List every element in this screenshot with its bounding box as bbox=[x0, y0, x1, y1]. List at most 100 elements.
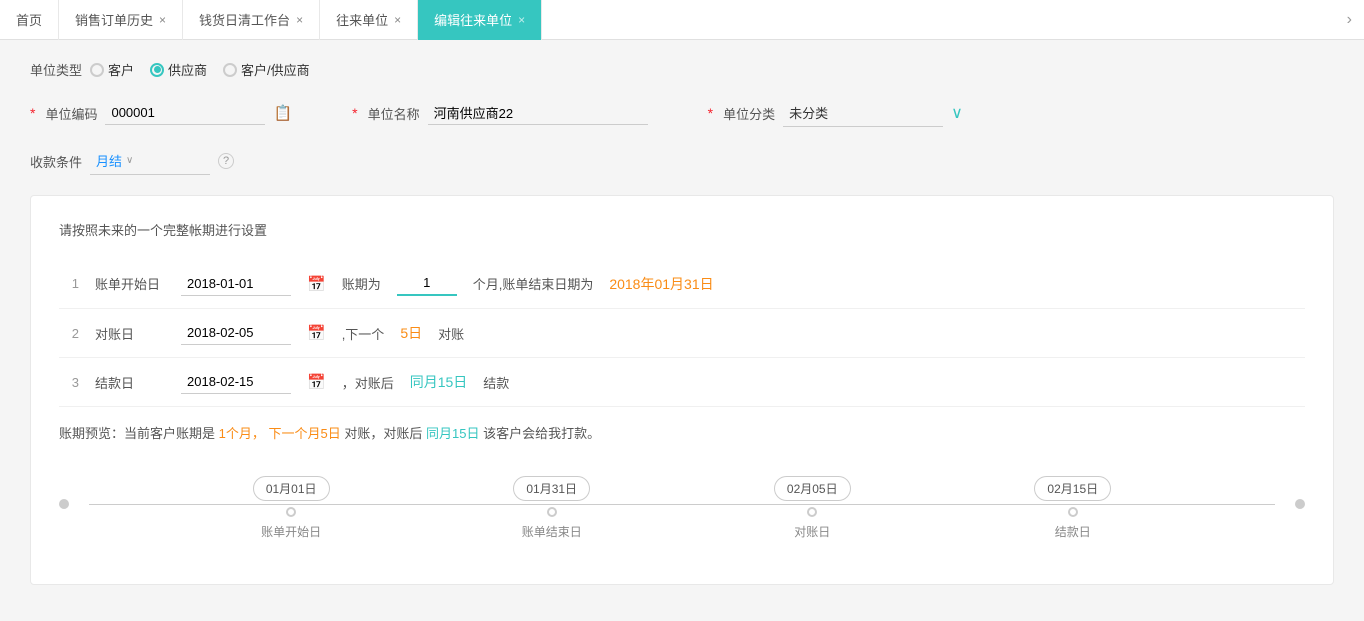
tab-edit-partner-unit[interactable]: 编辑往来单位 × bbox=[418, 0, 542, 40]
timeline-bubble-2: 01月31日 bbox=[513, 476, 590, 501]
preview-part1: 1个月， bbox=[219, 426, 265, 441]
preview-suffix: 该客户会给我打款。 bbox=[483, 426, 600, 441]
preview-part3: 同月15日 bbox=[426, 426, 479, 441]
panel-title: 请按照未来的一个完整帐期进行设置 bbox=[59, 220, 1305, 239]
unit-type-row: 单位类型 客户 供应商 客户/供应商 bbox=[30, 60, 1334, 79]
unit-name-required: * bbox=[352, 105, 357, 121]
radio-supplier[interactable]: 供应商 bbox=[150, 60, 207, 79]
row-label-1: 账单开始日 bbox=[95, 274, 165, 293]
tab-close-cash-goods-workbench[interactable]: × bbox=[296, 13, 303, 27]
unit-type-field: 单位类型 客户 供应商 客户/供应商 bbox=[30, 60, 310, 79]
timeline-bubble-4: 02月15日 bbox=[1034, 476, 1111, 501]
row-label-3: 结款日 bbox=[95, 373, 165, 392]
timeline-point-2: 01月31日 账单结束日 bbox=[513, 476, 590, 540]
radio-customer[interactable]: 客户 bbox=[90, 60, 134, 79]
row-num-2: 2 bbox=[59, 326, 79, 341]
timeline-dot-2 bbox=[547, 507, 557, 517]
bill-start-date-input[interactable] bbox=[181, 272, 291, 296]
payment-terms-value: 月结 bbox=[96, 151, 122, 170]
reconciliation-desc-highlight: 5日 bbox=[400, 323, 422, 343]
unit-category-field: * 单位分类 未分类 ∨ bbox=[708, 99, 963, 127]
preview-part2: 下一个月5日 bbox=[269, 426, 341, 441]
unit-code-input[interactable] bbox=[105, 101, 265, 125]
tab-close-edit-partner-unit[interactable]: × bbox=[518, 13, 525, 27]
unit-code-label: 单位编码 bbox=[45, 104, 97, 123]
unit-category-required: * bbox=[708, 105, 713, 121]
reconciliation-desc-suffix: 对账 bbox=[438, 324, 464, 343]
reconciliation-date-input[interactable] bbox=[181, 321, 291, 345]
unit-code-field: * 单位编码 📋 bbox=[30, 101, 292, 125]
payment-desc-prefix: ，对账后 bbox=[342, 373, 394, 392]
timeline-point-0 bbox=[59, 476, 69, 509]
timeline-point-1: 01月01日 账单开始日 bbox=[253, 476, 330, 540]
setting-row-2: 2 对账日 📅 ,下一个 5日 对账 bbox=[59, 309, 1305, 358]
radio-customer-circle bbox=[90, 63, 104, 77]
payment-terms-arrow: ∨ bbox=[126, 155, 133, 166]
timeline-end-dot bbox=[1295, 499, 1305, 509]
timeline-dot-4 bbox=[1068, 507, 1078, 517]
tab-cash-goods-workbench[interactable]: 钱货日清工作台 × bbox=[183, 0, 320, 40]
payment-terms-label: 收款条件 bbox=[30, 152, 82, 171]
radio-customer-supplier[interactable]: 客户/供应商 bbox=[223, 60, 310, 79]
payment-terms-select[interactable]: 月结 ∨ bbox=[90, 147, 210, 175]
reconciliation-desc-prefix: ,下一个 bbox=[342, 324, 385, 343]
tab-more-button[interactable]: › bbox=[1335, 11, 1364, 29]
bill-start-date-cal-icon[interactable]: 📅 bbox=[307, 275, 326, 293]
unit-name-field: * 单位名称 bbox=[352, 101, 647, 125]
help-icon[interactable]: ? bbox=[218, 153, 234, 169]
tab-partner-units[interactable]: 往来单位 × bbox=[320, 0, 418, 40]
unit-name-label: 单位名称 bbox=[368, 104, 420, 123]
tab-close-sales-order-history[interactable]: × bbox=[159, 13, 166, 27]
unit-category-label: 单位分类 bbox=[723, 104, 775, 123]
preview-text: 账期预览：当前客户账期是 1个月， 下一个月5日 对账，对账后 同月15日 该客… bbox=[59, 407, 1305, 466]
timeline-point-3: 02月05日 对账日 bbox=[774, 476, 851, 540]
timeline-label-1: 账单开始日 bbox=[261, 523, 321, 540]
unit-code-icon[interactable]: 📋 bbox=[273, 104, 292, 122]
timeline-points: 01月01日 账单开始日 01月31日 账单结束日 02月05日 bbox=[59, 476, 1305, 540]
setting-row-3: 3 结款日 📅 ，对账后 同月15日 结款 bbox=[59, 358, 1305, 407]
unit-code-required: * bbox=[30, 105, 35, 121]
row-num-3: 3 bbox=[59, 375, 79, 390]
unit-category-dropdown-icon[interactable]: ∨ bbox=[951, 103, 963, 123]
row-label-2: 对账日 bbox=[95, 324, 165, 343]
preview-middle: 对账，对账后 bbox=[344, 426, 422, 441]
unit-info-row: * 单位编码 📋 * 单位名称 * 单位分类 未分类 ∨ bbox=[30, 99, 1334, 127]
timeline-bubble-1: 01月01日 bbox=[253, 476, 330, 501]
period-unit-text: 个月,账单结束日期为 bbox=[473, 274, 594, 293]
payment-date-input[interactable] bbox=[181, 370, 291, 394]
timeline-label-4: 结款日 bbox=[1055, 523, 1091, 540]
payment-desc-suffix: 结款 bbox=[483, 373, 509, 392]
radio-supplier-dot bbox=[154, 66, 161, 73]
timeline-label-2: 账单结束日 bbox=[522, 523, 582, 540]
tab-close-partner-units[interactable]: × bbox=[394, 13, 401, 27]
reconciliation-date-cal-icon[interactable]: 📅 bbox=[307, 324, 326, 342]
timeline-dot-1 bbox=[286, 507, 296, 517]
page-content: 单位类型 客户 供应商 客户/供应商 bbox=[0, 40, 1364, 621]
timeline-section: 01月01日 账单开始日 01月31日 账单结束日 02月05日 bbox=[59, 466, 1305, 560]
payment-date-cal-icon[interactable]: 📅 bbox=[307, 373, 326, 391]
tab-home[interactable]: 首页 bbox=[0, 0, 59, 40]
timeline-start-dot bbox=[59, 499, 69, 509]
timeline-label-3: 对账日 bbox=[794, 523, 830, 540]
period-settings-panel: 请按照未来的一个完整帐期进行设置 1 账单开始日 📅 账期为 个月,账单结束日期… bbox=[30, 195, 1334, 585]
radio-supplier-circle bbox=[150, 63, 164, 77]
period-value-input[interactable] bbox=[397, 271, 457, 296]
payment-terms-field: 收款条件 月结 ∨ ? bbox=[30, 147, 234, 175]
setting-row-1: 1 账单开始日 📅 账期为 个月,账单结束日期为 2018年01月31日 bbox=[59, 259, 1305, 309]
tab-sales-order-history[interactable]: 销售订单历史 × bbox=[59, 0, 183, 40]
timeline-wrapper: 01月01日 账单开始日 01月31日 账单结束日 02月05日 bbox=[59, 476, 1305, 540]
radio-customer-supplier-circle bbox=[223, 63, 237, 77]
unit-name-input[interactable] bbox=[428, 101, 648, 125]
timeline-point-end bbox=[1295, 476, 1305, 509]
tabs-bar: 首页 销售订单历史 × 钱货日清工作台 × 往来单位 × 编辑往来单位 × › bbox=[0, 0, 1364, 40]
payment-terms-row: 收款条件 月结 ∨ ? bbox=[30, 147, 1334, 175]
row-num-1: 1 bbox=[59, 276, 79, 291]
payment-desc-highlight: 同月15日 bbox=[410, 372, 468, 392]
unit-category-value: 未分类 bbox=[783, 99, 943, 127]
timeline-dot-3 bbox=[807, 507, 817, 517]
unit-type-label: 单位类型 bbox=[30, 60, 82, 79]
timeline-point-4: 02月15日 结款日 bbox=[1034, 476, 1111, 540]
period-label: 账期为 bbox=[342, 274, 381, 293]
unit-type-radio-group: 客户 供应商 客户/供应商 bbox=[90, 60, 310, 79]
timeline-bubble-3: 02月05日 bbox=[774, 476, 851, 501]
